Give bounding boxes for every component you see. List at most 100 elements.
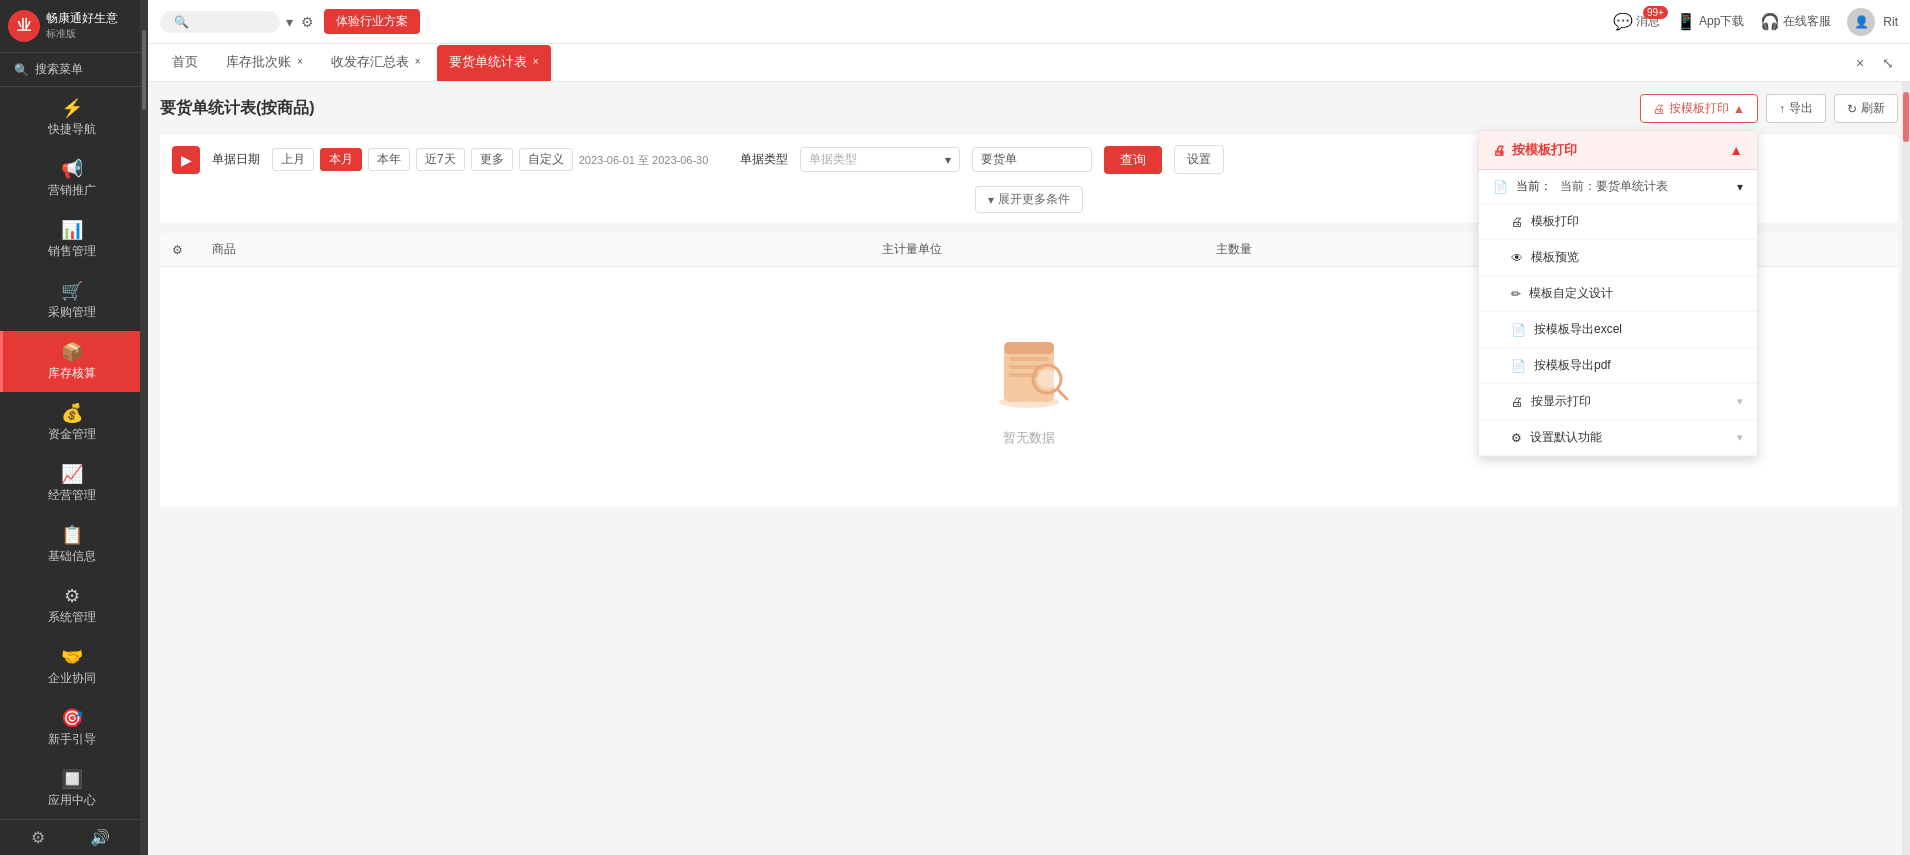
dropdown-item-template-print[interactable]: 🖨 模板打印 <box>1479 204 1757 240</box>
sidebar-item-guide[interactable]: 🎯 新手引导 <box>0 697 140 758</box>
dropdown-item-template-pdf[interactable]: 📄 按模板导出pdf <box>1479 348 1757 384</box>
customer-service-item[interactable]: 🎧 在线客服 <box>1760 12 1831 31</box>
tabs-bar: 首页 库存批次账 × 收发存汇总表 × 要货单统计表 × × ⤡ <box>148 44 1910 82</box>
template-pdf-icon: 📄 <box>1511 359 1526 373</box>
svg-point-7 <box>1037 369 1057 389</box>
scrollbar-track[interactable] <box>1902 82 1910 855</box>
sidebar-item-system[interactable]: ⚙ 系统管理 <box>0 575 140 636</box>
sidebar-item-label: 快捷导航 <box>48 121 96 138</box>
sidebar-item-label: 经营管理 <box>48 487 96 504</box>
tab-maximize-button[interactable]: ⤡ <box>1878 53 1898 73</box>
template-design-label: 模板自定义设计 <box>1529 285 1613 302</box>
sidebar-item-sales[interactable]: 📊 销售管理 <box>0 209 140 270</box>
global-search[interactable]: 🔍 <box>160 11 280 33</box>
template-print-label: 模板打印 <box>1531 213 1579 230</box>
svg-rect-2 <box>1004 342 1054 354</box>
tab-close-button[interactable]: × <box>1850 53 1870 73</box>
sidebar-item-marketing[interactable]: 📢 营销推广 <box>0 148 140 209</box>
sidebar-item-inventory[interactable]: 📦 库存核算 <box>0 331 140 392</box>
search-dropdown-icon[interactable]: ▾ <box>286 14 293 30</box>
print-button[interactable]: 🖨 按模板打印 ▲ <box>1640 94 1758 123</box>
sidebar-item-enterprise[interactable]: 🤝 企业协同 <box>0 636 140 697</box>
tab1-close[interactable]: × <box>297 56 303 67</box>
settings-icon[interactable]: ⚙ <box>31 828 45 847</box>
type-filter-select[interactable]: 单据类型 ▾ <box>800 147 960 172</box>
service-icon: 🎧 <box>1760 12 1780 31</box>
display-print-icon: 🖨 <box>1511 395 1523 409</box>
tab3-label: 要货单统计表 <box>449 53 527 71</box>
sidebar-search[interactable]: 🔍 搜索菜单 <box>0 53 140 87</box>
system-icon: ⚙ <box>64 585 80 607</box>
customer-service-label: 在线客服 <box>1783 13 1831 30</box>
sidebar: 业 畅康通好生意 标准版 🔍 搜索菜单 ⚡ 快捷导航 📢 营销推广 📊 销售管理 <box>0 0 148 855</box>
expand-filter-button[interactable]: ▾ 展开更多条件 <box>975 186 1083 213</box>
template-pdf-label: 按模板导出pdf <box>1534 357 1611 374</box>
refresh-button[interactable]: ↻ 刷新 <box>1834 94 1898 123</box>
sidebar-item-finance[interactable]: 💰 资金管理 <box>0 392 140 453</box>
sidebar-item-label: 库存核算 <box>48 365 96 382</box>
dropdown-item-display-print[interactable]: 🖨 按显示打印 ▾ <box>1479 384 1757 420</box>
default-function-arrow: ▾ <box>1737 431 1743 444</box>
dropdown-item-template-excel[interactable]: 📄 按模板导出excel <box>1479 312 1757 348</box>
sidebar-item-basic[interactable]: 📋 基础信息 <box>0 514 140 575</box>
filter-toggle-btn[interactable]: ▶ <box>172 146 200 174</box>
basic-icon: 📋 <box>61 524 83 546</box>
template-design-icon: ✏ <box>1511 287 1521 301</box>
type-filter-label: 单据类型 <box>740 151 788 168</box>
topbar: 🔍 ▾ ⚙ 体验行业方案 💬 消息 99+ 📱 App下载 🎧 在线客服 👤 <box>148 0 1910 44</box>
date-btn-current-month[interactable]: 本月 <box>320 148 362 171</box>
trial-button[interactable]: 体验行业方案 <box>324 9 420 34</box>
dropdown-item-default-function[interactable]: ⚙ 设置默认功能 ▾ <box>1479 420 1757 456</box>
dropdown-collapse-icon[interactable]: ▲ <box>1729 142 1743 158</box>
goods-filter-input[interactable]: 要货单 <box>972 147 1092 172</box>
export-icon: ↑ <box>1779 102 1785 116</box>
sidebar-item-quick-nav[interactable]: ⚡ 快捷导航 <box>0 87 140 148</box>
app-download-item[interactable]: 📱 App下载 <box>1676 12 1744 31</box>
current-template-label: 📄 当前： 当前：要货单统计表 ▾ <box>1479 170 1757 204</box>
date-btn-prev-month[interactable]: 上月 <box>272 148 314 171</box>
user-name: Rit <box>1883 15 1898 29</box>
tab-inventory-batch[interactable]: 库存批次账 × <box>214 45 315 81</box>
date-btn-last7[interactable]: 近7天 <box>416 148 465 171</box>
search-icon: 🔍 <box>174 15 189 29</box>
marketing-icon: 📢 <box>61 158 83 180</box>
message-icon: 💬 <box>1613 12 1633 31</box>
date-filter-options: 上月 本月 本年 近7天 更多 自定义 2023-06-01 至 2023-06… <box>272 148 708 171</box>
sound-icon[interactable]: 🔊 <box>90 828 110 847</box>
main-area: 🔍 ▾ ⚙ 体验行业方案 💬 消息 99+ 📱 App下载 🎧 在线客服 👤 <box>148 0 1910 855</box>
purchase-icon: 🛒 <box>61 280 83 302</box>
tab-stock-summary[interactable]: 收发存汇总表 × <box>319 45 433 81</box>
tab2-close[interactable]: × <box>415 56 421 67</box>
query-button[interactable]: 查询 <box>1104 146 1162 174</box>
tab3-close[interactable]: × <box>533 56 539 67</box>
default-function-label: 设置默认功能 <box>1530 429 1602 446</box>
display-print-arrow: ▾ <box>1737 395 1743 408</box>
page-header: 要货单统计表(按商品) 🖨 按模板打印 ▲ 🖨 按模板打印 <box>160 94 1898 123</box>
tab-order-stats[interactable]: 要货单统计表 × <box>437 45 551 81</box>
expand-label: 展开更多条件 <box>998 191 1070 208</box>
user-area[interactable]: 👤 Rit <box>1847 8 1898 36</box>
template-preview-icon: 👁 <box>1511 251 1523 265</box>
sidebar-item-operation[interactable]: 📈 经营管理 <box>0 453 140 514</box>
dropdown-item-template-design[interactable]: ✏ 模板自定义设计 <box>1479 276 1757 312</box>
date-filter-label: 单据日期 <box>212 151 260 168</box>
gear-icon[interactable]: ⚙ <box>301 14 314 30</box>
settings-button[interactable]: 设置 <box>1174 145 1224 174</box>
sidebar-item-label: 营销推广 <box>48 182 96 199</box>
tab-actions: × ⤡ <box>1850 53 1898 73</box>
messages-item[interactable]: 💬 消息 99+ <box>1613 12 1660 31</box>
sidebar-item-label: 销售管理 <box>48 243 96 260</box>
home-tab-label: 首页 <box>172 53 198 71</box>
sidebar-nav: ⚡ 快捷导航 📢 营销推广 📊 销售管理 🛒 采购管理 📦 库存核算 💰 <box>0 87 140 819</box>
export-button[interactable]: ↑ 导出 <box>1766 94 1826 123</box>
dropdown-item-template-preview[interactable]: 👁 模板预览 <box>1479 240 1757 276</box>
finance-icon: 💰 <box>61 402 83 424</box>
tab-home[interactable]: 首页 <box>160 45 210 81</box>
sidebar-item-appstore[interactable]: 🔲 应用中心 <box>0 758 140 819</box>
sidebar-item-purchase[interactable]: 🛒 采购管理 <box>0 270 140 331</box>
date-btn-custom[interactable]: 自定义 <box>519 148 573 171</box>
settings-icon[interactable]: ⚙ <box>172 243 183 257</box>
date-btn-more[interactable]: 更多 <box>471 148 513 171</box>
date-btn-current-year[interactable]: 本年 <box>368 148 410 171</box>
page-actions: 🖨 按模板打印 ▲ 🖨 按模板打印 ▲ <box>1640 94 1898 123</box>
